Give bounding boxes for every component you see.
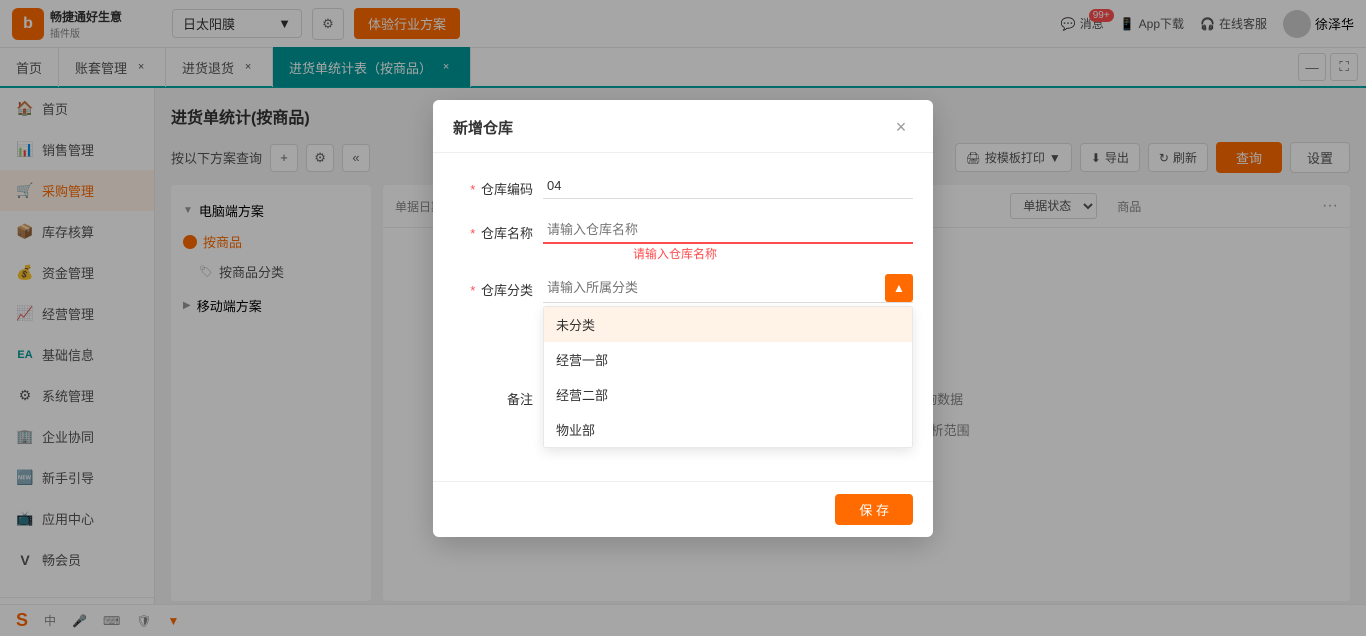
dropdown-item-dept2[interactable]: 经营二部 [544, 377, 912, 412]
name-row: * 仓库名称 请输入仓库名称 [453, 217, 913, 244]
code-label-text: 仓库编码 [481, 182, 533, 197]
modal-title: 新增仓库 [453, 117, 513, 138]
dropdown-item-uncategorized[interactable]: 未分类 [544, 307, 912, 342]
modal-overlay: 新增仓库 × * 仓库编码 * 仓库名称 请输入仓库名称 [0, 0, 1366, 636]
category-dropdown: 未分类 经营一部 经营二部 物业部 [543, 306, 913, 448]
dropdown-item-dept3[interactable]: 物业部 [544, 412, 912, 447]
code-input[interactable] [543, 173, 913, 199]
add-warehouse-modal: 新增仓库 × * 仓库编码 * 仓库名称 请输入仓库名称 [433, 100, 933, 537]
modal-body: * 仓库编码 * 仓库名称 请输入仓库名称 * [433, 153, 933, 481]
name-error-message: 请输入仓库名称 [633, 245, 717, 262]
category-required-mark: * [470, 283, 475, 298]
modal-footer: 保 存 [433, 481, 933, 537]
category-row: * 仓库分类 ▲ 未分类 经营一部 经营二部 物业部 [453, 274, 913, 303]
category-wrapper: ▲ 未分类 经营一部 经营二部 物业部 [543, 274, 913, 303]
name-label: * 仓库名称 [453, 217, 543, 242]
category-input[interactable] [543, 275, 885, 300]
modal-close-button[interactable]: × [889, 116, 913, 140]
category-toggle-button[interactable]: ▲ [885, 274, 913, 302]
modal-header: 新增仓库 × [433, 100, 933, 153]
dropdown-item-dept1[interactable]: 经营一部 [544, 342, 912, 377]
remark-label: 备注 [453, 383, 543, 408]
category-input-row: ▲ [543, 274, 913, 303]
code-label: * 仓库编码 [453, 173, 543, 198]
category-label: * 仓库分类 [453, 274, 543, 299]
name-label-text: 仓库名称 [481, 226, 533, 241]
name-input[interactable] [543, 217, 913, 244]
code-required-mark: * [470, 182, 475, 197]
category-label-text: 仓库分类 [481, 283, 533, 298]
code-row: * 仓库编码 [453, 173, 913, 199]
name-input-wrapper: 请输入仓库名称 [543, 217, 913, 244]
save-button[interactable]: 保 存 [835, 494, 913, 525]
name-required-mark: * [470, 226, 475, 241]
